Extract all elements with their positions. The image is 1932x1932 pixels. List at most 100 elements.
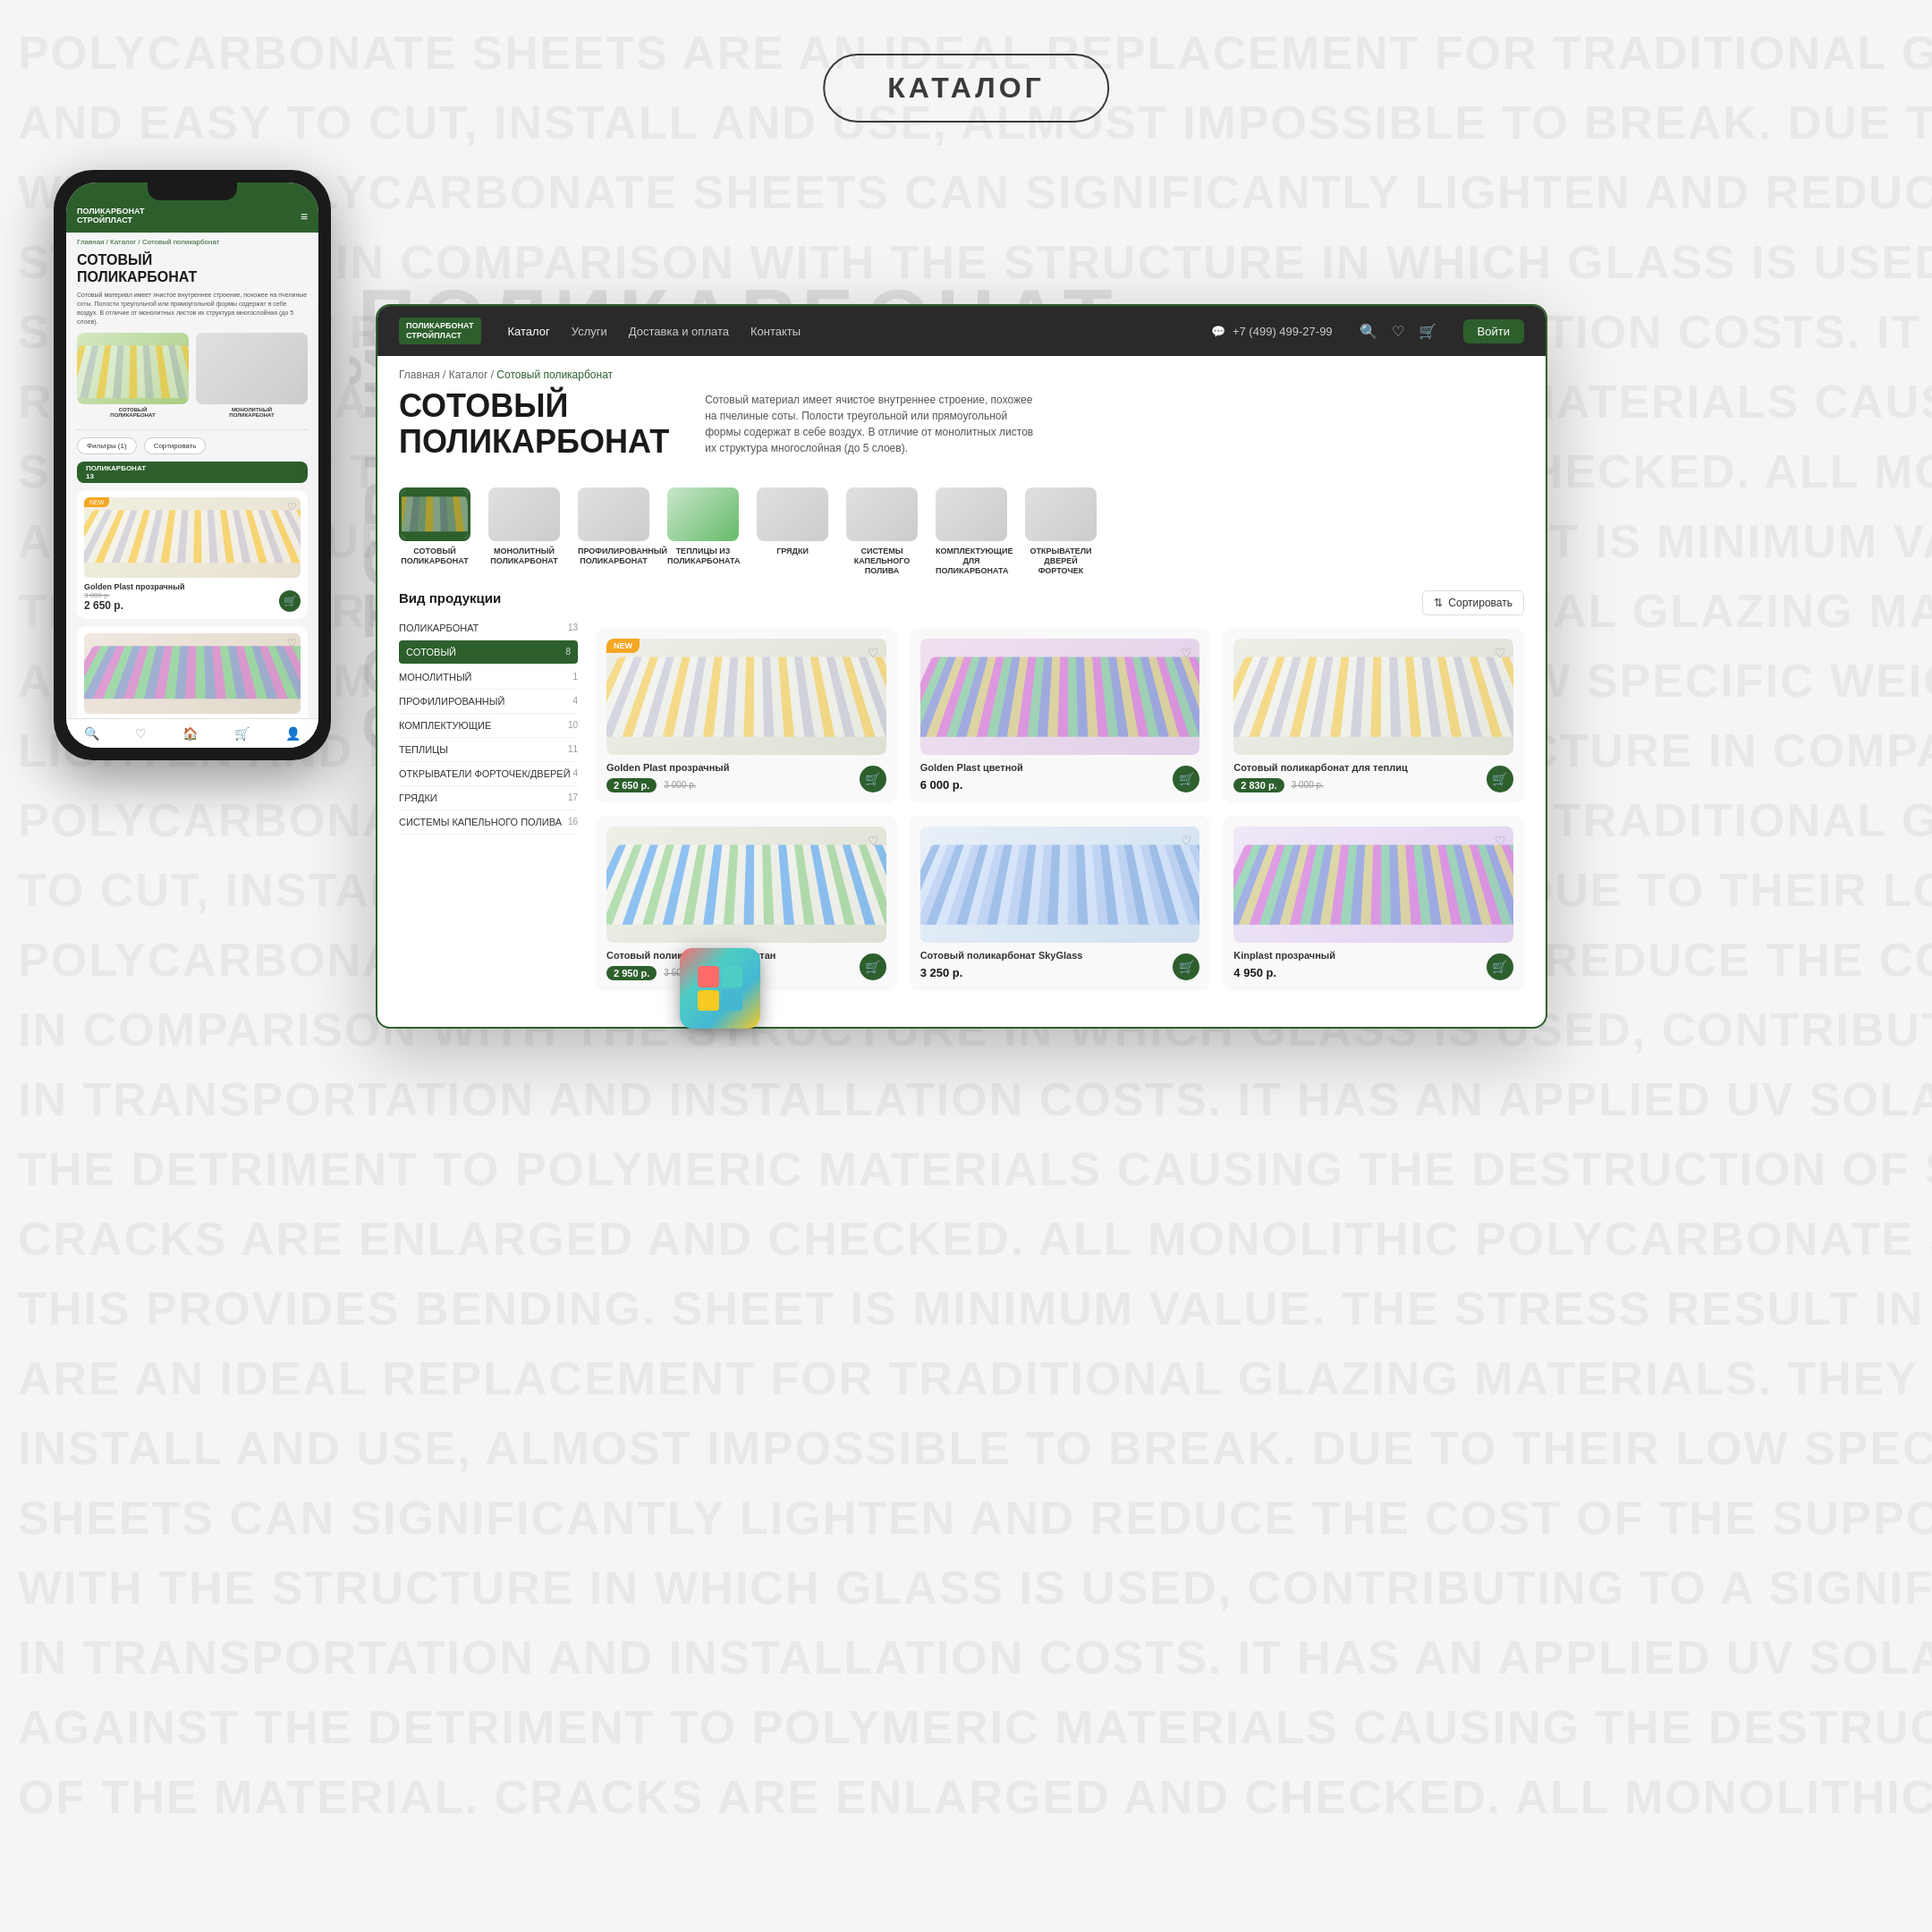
desktop-product-1: NEW ♡ Golden Plast прозрачный 2 650 р. 3… <box>596 628 897 803</box>
desktop-cat-gryadki[interactable]: ГРЯДКИ <box>757 487 828 575</box>
desktop-products-section: ⇅ Сортировать NEW ♡ Golden Plast прозрач… <box>596 590 1524 991</box>
desktop-product-1-price-old: 3 000 р. <box>664 780 696 790</box>
breadcrumb-catalog[interactable]: Каталог <box>449 369 488 381</box>
desktop-product-4-heart[interactable]: ♡ <box>868 834 879 848</box>
desktop-nav-delivery[interactable]: Доставка и оплата <box>629 325 729 338</box>
phone-filter-bar: Фильтры (1) Сортировать <box>66 430 318 462</box>
desktop-sort-button[interactable]: ⇅ Сортировать <box>1422 590 1524 615</box>
desktop-product-2-cart[interactable]: 🛒 <box>1173 766 1199 792</box>
breadcrumb-current: Сотовый поликарбонат <box>496 369 613 381</box>
desktop-breadcrumb: Главная / Каталог / Сотовый поликарбонат <box>377 356 1546 388</box>
phone-product-img-monolith[interactable] <box>196 333 308 404</box>
desktop-product-5: ♡ Сотовый поликарбонат SkyGlass 3 250 р.… <box>910 816 1211 991</box>
desktop-product-5-price: 3 250 р. <box>920 966 963 979</box>
desktop-sidebar-title: Вид продукции <box>399 590 578 606</box>
phone-filters-button[interactable]: Фильтры (1) <box>77 437 137 454</box>
desktop-cat-label-kompl: КОМПЛЕКТУЮЩИЕ ДЛЯ ПОЛИКАРБОНАТА <box>936 547 1007 575</box>
desktop-cat-label-gryadki: ГРЯДКИ <box>776 547 809 556</box>
phone-product-img-sotovy[interactable] <box>77 333 189 404</box>
phone-product-card-1-image[interactable]: NEW ♡ <box>84 497 301 578</box>
catalog-button-top[interactable]: КАТАЛОГ <box>823 54 1109 123</box>
desktop-product-3-price-new: 2 830 р. <box>1233 778 1284 792</box>
desktop-cat-teplitsy[interactable]: ТЕПЛИЦЫ ИЗ ПОЛИКАРБОНАТА <box>667 487 739 575</box>
phone-nav-search[interactable]: 🔍 <box>84 726 99 741</box>
phone-product-card-2-image[interactable]: ♡ <box>84 633 301 714</box>
desktop-product-5-price-row: 3 250 р. <box>920 966 1200 979</box>
desktop-cart-icon[interactable]: 🛒 <box>1419 323 1436 340</box>
desktop-cat-sotovy[interactable]: СОТОВЫЙ ПОЛИКАРБОНАТ <box>399 487 470 575</box>
desktop-product-5-image[interactable]: ♡ <box>920 826 1200 943</box>
desktop-cat-icon-sotovy <box>399 487 470 541</box>
phone-nav-home[interactable]: 🏠 <box>182 726 198 741</box>
desktop-cat-kompl[interactable]: КОМПЛЕКТУЮЩИЕ ДЛЯ ПОЛИКАРБОНАТА <box>936 487 1007 575</box>
desktop-cat-profile[interactable]: ПРОФИЛИРОВАННЫЙ ПОЛИКАРБОНАТ <box>578 487 649 575</box>
phone-breadcrumb: Главная / Каталог / Сотовый поликарбонат <box>66 233 318 248</box>
desktop-filter-sotovy[interactable]: СОТОВЫЙ 8 <box>399 640 578 664</box>
desktop-filter-kompl[interactable]: КОМПЛЕКТУЮЩИЕ 10 <box>399 714 578 738</box>
desktop-mockup: ПОЛИКАРБОНАТ СТРОЙПЛАСТ Каталог Услуги Д… <box>376 304 1547 1029</box>
watermark-line-25: AGAINST THE DETRIMENT TO POLYMERIC MATER… <box>18 1692 1914 1762</box>
desktop-filter-kapelny[interactable]: СИСТЕМЫ КАПЕЛЬНОГО ПОЛИВА 16 <box>399 810 578 835</box>
desktop-nav: Каталог Услуги Доставка и оплата Контакт… <box>508 325 1184 338</box>
desktop-cat-label-profile: ПРОФИЛИРОВАННЫЙ ПОЛИКАРБОНАТ <box>578 547 649 566</box>
phone-nav-heart[interactable]: ♡ <box>135 726 147 741</box>
desktop-cat-label-monolith: МОНОЛИТНЫЙ ПОЛИКАРБОНАТ <box>488 547 560 566</box>
desktop-header-icons: 🔍 ♡ 🛒 <box>1360 323 1436 340</box>
phone-filter-tag[interactable]: ПОЛИКАРБОНАТ13 <box>77 462 308 483</box>
desktop-filter-teplitsy[interactable]: ТЕПЛИЦЫ 11 <box>399 738 578 762</box>
phone-product-grid: NEW ♡ Golden Plast прозрачный 3 000 р. 2… <box>66 490 318 747</box>
desktop-product-2-image[interactable]: ♡ <box>920 639 1200 755</box>
breadcrumb-home[interactable]: Главная <box>399 369 440 381</box>
desktop-filter-gryadki[interactable]: ГРЯДКИ 17 <box>399 786 578 810</box>
desktop-cat-label-otkry: ОТКРЫВАТЕЛИ ДВЕРЕЙ ФОРТОЧЕК <box>1025 547 1097 575</box>
desktop-product-5-heart[interactable]: ♡ <box>1181 834 1192 848</box>
desktop-product-5-name: Сотовый поликарбонат SkyGlass <box>920 950 1200 961</box>
desktop-product-1-heart[interactable]: ♡ <box>868 646 879 660</box>
phone-product-card-2-heart[interactable]: ♡ <box>287 637 297 649</box>
desktop-sidebar: Вид продукции ПОЛИКАРБОНАТ 13 СОТОВЫЙ 8 … <box>399 590 578 991</box>
phone-nav-cart[interactable]: 🛒 <box>234 726 250 741</box>
desktop-product-2: ♡ Golden Plast цветной 6 000 р. 🛒 <box>910 628 1211 803</box>
desktop-product-5-cart[interactable]: 🛒 <box>1173 953 1199 980</box>
desktop-cat-icon-kompl <box>936 487 1007 541</box>
desktop-nav-services[interactable]: Услуги <box>572 325 607 338</box>
desktop-categories: СОТОВЫЙ ПОЛИКАРБОНАТ МОНОЛИТНЫЙ ПОЛИКАРБ… <box>377 473 1546 589</box>
desktop-filter-monolith[interactable]: МОНОЛИТНЫЙ 1 <box>399 665 578 690</box>
desktop-search-icon[interactable]: 🔍 <box>1360 323 1377 340</box>
desktop-cat-otkry[interactable]: ОТКРЫВАТЕЛИ ДВЕРЕЙ ФОРТОЧЕК <box>1025 487 1097 575</box>
desktop-content-row: Вид продукции ПОЛИКАРБОНАТ 13 СОТОВЫЙ 8 … <box>377 590 1546 991</box>
desktop-nav-catalog[interactable]: Каталог <box>508 325 550 338</box>
phone-product-card-1-name: Golden Plast прозрачный <box>84 582 301 591</box>
desktop-product-6-name: Kinplast прозрачный <box>1233 950 1513 961</box>
desktop-cat-monolith[interactable]: МОНОЛИТНЫЙ ПОЛИКАРБОНАТ <box>488 487 560 575</box>
phone-product-label-sotovy: СОТОВЫЙПОЛИКАРБОНАТ <box>77 404 189 420</box>
desktop-product-6-heart[interactable]: ♡ <box>1495 834 1506 848</box>
phone-mockup: ПОЛИКАРБОНАТ СТРОЙПЛАСТ ≡ Главная / Ката… <box>54 170 331 760</box>
phone-menu-icon[interactable]: ≡ <box>301 209 308 224</box>
desktop-product-1-image[interactable]: NEW ♡ <box>606 639 886 755</box>
desktop-product-3-image[interactable]: ♡ <box>1233 639 1513 755</box>
desktop-product-3-cart[interactable]: 🛒 <box>1487 766 1513 792</box>
desktop-product-6-image[interactable]: ♡ <box>1233 826 1513 943</box>
desktop-cat-kapelny[interactable]: СИСТЕМЫ КАПЕЛЬНОГО ПОЛИВА <box>846 487 918 575</box>
phone-product-card-1-heart[interactable]: ♡ <box>287 501 297 513</box>
desktop-nav-contacts[interactable]: Контакты <box>750 325 801 338</box>
phone-nav-user[interactable]: 👤 <box>285 726 301 741</box>
desktop-product-1-cart[interactable]: 🛒 <box>860 766 886 792</box>
desktop-product-4-cart[interactable]: 🛒 <box>860 953 886 980</box>
desktop-filter-otkry[interactable]: ОТКРЫВАТЕЛИ ФОРТОЧЕК/ДВЕРЕЙ 4 <box>399 762 578 786</box>
desktop-product-3-price-old: 3 000 р. <box>1292 780 1324 790</box>
desktop-login-button[interactable]: Войти <box>1463 319 1524 343</box>
desktop-product-2-heart[interactable]: ♡ <box>1181 646 1192 660</box>
desktop-product-3-heart[interactable]: ♡ <box>1495 646 1506 660</box>
desktop-product-4-image[interactable]: ♡ <box>606 826 886 943</box>
desktop-product-grid: NEW ♡ Golden Plast прозрачный 2 650 р. 3… <box>596 628 1524 803</box>
desktop-filter-profile[interactable]: ПРОФИЛИРОВАННЫЙ 4 <box>399 690 578 714</box>
phone-sort-button[interactable]: Сортировать <box>144 437 207 454</box>
desktop-product-6-cart[interactable]: 🛒 <box>1487 953 1513 980</box>
phone-bottom-nav: 🔍 ♡ 🏠 🛒 👤 <box>66 718 318 748</box>
desktop-product-1-name: Golden Plast прозрачный <box>606 762 886 773</box>
desktop-heart-icon[interactable]: ♡ <box>1392 323 1404 340</box>
phone-product-images: СОТОВЫЙПОЛИКАРБОНАТ МОНОЛИТНЫЙПОЛИКАРБОН… <box>66 333 318 429</box>
desktop-filter-polycarbonate[interactable]: ПОЛИКАРБОНАТ 13 <box>399 616 578 640</box>
